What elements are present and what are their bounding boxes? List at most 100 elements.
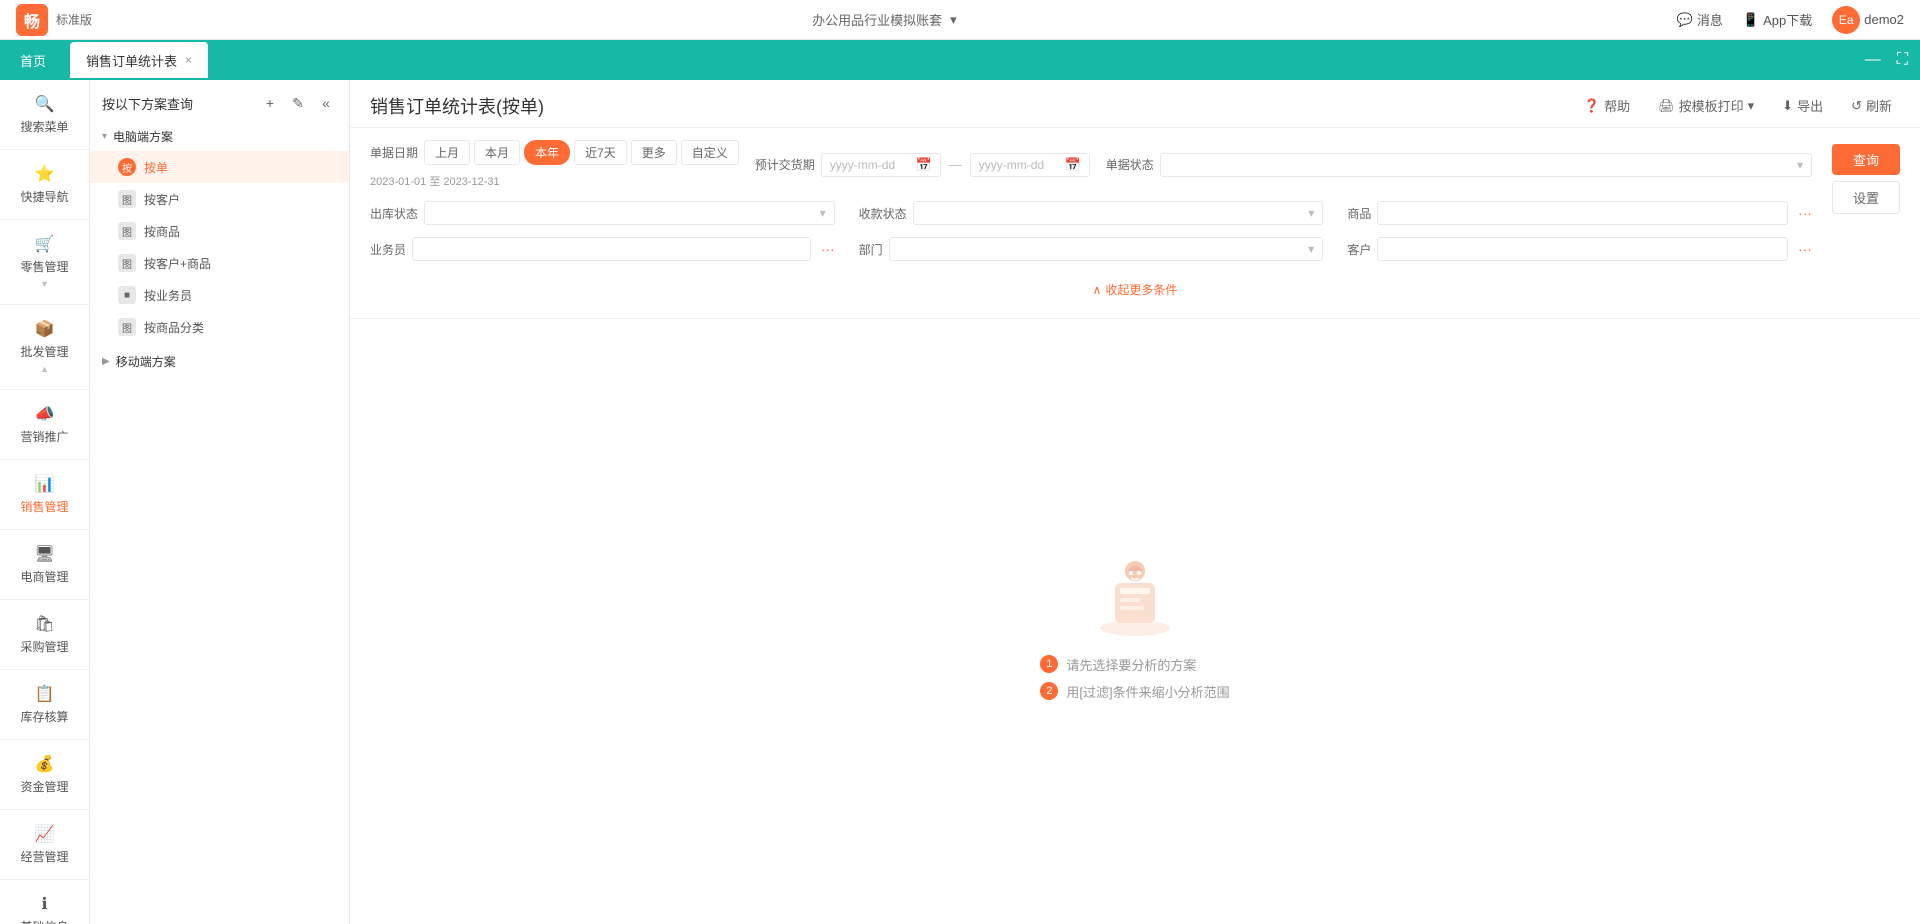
window-minimize-button[interactable]: —: [1861, 47, 1885, 73]
sidebar-item-search-menu[interactable]: 🔍 搜索菜单: [0, 80, 89, 150]
payment-status-field: 收款状态 ▾: [859, 201, 1324, 225]
sidebar-item-wholesale[interactable]: 📦 批发管理 ▴: [0, 305, 89, 390]
dept-select[interactable]: ▾: [889, 237, 1324, 261]
date-range-text: 2023-01-01 至 2023-12-31: [370, 173, 500, 189]
filter-content: 单据日期 上月 本月 本年 近7天 更多 自定义 2023: [370, 140, 1900, 273]
message-icon: 💬: [1677, 12, 1693, 28]
chevron-right-icon-mobile: ▶: [102, 356, 110, 367]
sidebar-item-marketing-label: 营销推广: [20, 428, 68, 445]
export-button[interactable]: ⬇ 导出: [1774, 92, 1831, 119]
edit-scheme-button[interactable]: ✎: [287, 92, 309, 114]
sidebar-item-marketing[interactable]: 📣 营销推广: [0, 390, 89, 460]
sidebar-item-retail[interactable]: 🛒 零售管理 ▾: [0, 220, 89, 305]
sidebar-item-wholesale-label: 批发管理: [20, 343, 68, 360]
query-button[interactable]: 查询: [1832, 144, 1900, 175]
basic-icon: ℹ: [41, 894, 47, 914]
date-btn-this-month[interactable]: 本月: [474, 140, 520, 165]
sidebar-item-quick-nav[interactable]: ⭐ 快捷导航: [0, 150, 89, 220]
empty-illustration: [1085, 543, 1185, 643]
date-start-placeholder: yyyy-mm-dd: [830, 158, 895, 172]
staff-input[interactable]: [412, 237, 811, 261]
left-panel-actions: + ✎ «: [259, 92, 337, 114]
refresh-button[interactable]: ↺ 刷新: [1843, 92, 1900, 119]
date-btn-custom[interactable]: 自定义: [681, 140, 739, 165]
tab-home[interactable]: 首页: [0, 40, 66, 80]
settings-button[interactable]: 设置: [1832, 181, 1900, 214]
chevron-down-delivery: ▾: [820, 206, 826, 220]
dept-field: 部门 ▾: [859, 237, 1324, 261]
main-layout: 🔍 搜索菜单 ⭐ 快捷导航 🛒 零售管理 ▾ 📦 批发管理 ▴ 📣 营销推广 📊…: [0, 80, 1920, 924]
print-button[interactable]: 🖨 按模板打印 ▾: [1650, 92, 1762, 119]
filter-row-2: 出库状态 ▾ 收款状态 ▾: [370, 201, 1812, 225]
by-order-icon: 按: [118, 158, 136, 176]
chevron-down-icon-status: ▾: [1797, 158, 1803, 172]
date-btn-more[interactable]: 更多: [631, 140, 677, 165]
customer-input[interactable]: [1377, 237, 1788, 261]
sidebar-item-sales-label: 销售管理: [20, 498, 68, 515]
scheme-item-by-cust-prod[interactable]: 图 按客户+商品: [90, 247, 349, 279]
window-maximize-button[interactable]: ⛶: [1893, 47, 1912, 73]
message-button[interactable]: 💬 消息: [1677, 10, 1723, 29]
staff-more-button[interactable]: ···: [821, 241, 835, 257]
sidebar-item-inventory[interactable]: 📋 库存核算: [0, 670, 89, 740]
date-btn-7days[interactable]: 近7天: [574, 140, 627, 165]
add-scheme-button[interactable]: +: [259, 92, 281, 114]
scheme-group-mobile-title[interactable]: ▶ 移动端方案: [90, 347, 349, 376]
scheme-item-by-staff[interactable]: ■ 按业务员: [90, 279, 349, 311]
export-label: 导出: [1797, 96, 1823, 115]
goods-more-button[interactable]: ···: [1798, 205, 1812, 221]
chevron-down-icon-print: ▾: [1748, 98, 1755, 114]
expected-date-end[interactable]: yyyy-mm-dd 📅: [970, 153, 1090, 177]
wholesale-icon: 📦: [35, 319, 55, 339]
by-cust-prod-icon: 图: [118, 254, 136, 272]
star-icon: ⭐: [35, 164, 55, 184]
date-btn-last-month[interactable]: 上月: [424, 140, 470, 165]
filter-area: 单据日期 上月 本月 本年 近7天 更多 自定义 2023: [350, 128, 1920, 319]
tab-close-button[interactable]: ×: [185, 53, 192, 67]
retail-icon: 🛒: [35, 234, 55, 254]
customer-field: 客户 ···: [1347, 237, 1812, 261]
scheme-group-desktop: ▾ 电脑端方案 按 按单 图 按客户 图 按商品 图 按客户+商品 ■ 按业务员: [90, 122, 349, 343]
scheme-item-by-customer[interactable]: 图 按客户: [90, 183, 349, 215]
user-menu[interactable]: Ea demo2: [1832, 6, 1904, 34]
filter-row-1: 单据日期 上月 本月 本年 近7天 更多 自定义 2023: [370, 140, 1812, 189]
goods-label: 商品: [1347, 205, 1371, 222]
print-label: 按模板打印: [1679, 96, 1744, 115]
help-button[interactable]: ❓ 帮助: [1576, 92, 1638, 119]
customer-more-button[interactable]: ···: [1798, 241, 1812, 257]
scheme-item-by-product[interactable]: 图 按商品: [90, 215, 349, 247]
scheme-item-by-cust-prod-label: 按客户+商品: [144, 255, 211, 272]
sidebar: 🔍 搜索菜单 ⭐ 快捷导航 🛒 零售管理 ▾ 📦 批发管理 ▴ 📣 营销推广 📊…: [0, 80, 90, 924]
scheme-group-desktop-title[interactable]: ▾ 电脑端方案: [90, 122, 349, 151]
topbar-left: 畅 标准版: [16, 4, 92, 36]
sidebar-item-sales[interactable]: 📊 销售管理: [0, 460, 89, 530]
scheme-item-by-category[interactable]: 图 按商品分类: [90, 311, 349, 343]
finance-icon: 💰: [35, 754, 55, 774]
app-download-button[interactable]: 📱 App下载: [1743, 10, 1812, 29]
bill-status-select[interactable]: ▾: [1160, 153, 1812, 177]
sidebar-item-purchase[interactable]: 🛍 采购管理: [0, 600, 89, 670]
sidebar-item-finance[interactable]: 💰 资金管理: [0, 740, 89, 810]
tip-2-text: 用[过滤]条件来缩小分析范围: [1066, 682, 1229, 701]
empty-tips: 1 请先选择要分析的方案 2 用[过滤]条件来缩小分析范围: [1040, 655, 1229, 701]
sidebar-item-basic[interactable]: ℹ 基础信息: [0, 880, 89, 924]
scheme-item-by-order[interactable]: 按 按单: [90, 151, 349, 183]
sidebar-item-search-label: 搜索菜单: [20, 118, 68, 135]
payment-status-select[interactable]: ▾: [913, 201, 1324, 225]
expected-date-start[interactable]: yyyy-mm-dd 📅: [821, 153, 941, 177]
question-icon: ❓: [1584, 98, 1600, 114]
tabbar-actions: — ⛶: [1861, 47, 1920, 73]
tab-sales-order[interactable]: 销售订单统计表 ×: [70, 42, 208, 78]
tip-num-1: 1: [1040, 655, 1058, 673]
filter-left-section: 单据日期 上月 本月 本年 近7天 更多 自定义 2023: [370, 140, 1812, 273]
collapse-panel-button[interactable]: «: [315, 92, 337, 114]
delivery-status-select[interactable]: ▾: [424, 201, 835, 225]
empty-tip-2: 2 用[过滤]条件来缩小分析范围: [1040, 682, 1229, 701]
collapse-more-button[interactable]: ∧ 收起更多条件: [370, 273, 1900, 306]
scheme-item-by-customer-label: 按客户: [144, 191, 180, 208]
sidebar-item-ecommerce[interactable]: 🖥 电商管理: [0, 530, 89, 600]
date-btn-this-year[interactable]: 本年: [524, 140, 570, 165]
goods-input[interactable]: [1377, 201, 1788, 225]
page-selector[interactable]: 办公用品行业模拟账套 ▾: [812, 10, 957, 29]
sidebar-item-operation[interactable]: 📈 经营管理: [0, 810, 89, 880]
